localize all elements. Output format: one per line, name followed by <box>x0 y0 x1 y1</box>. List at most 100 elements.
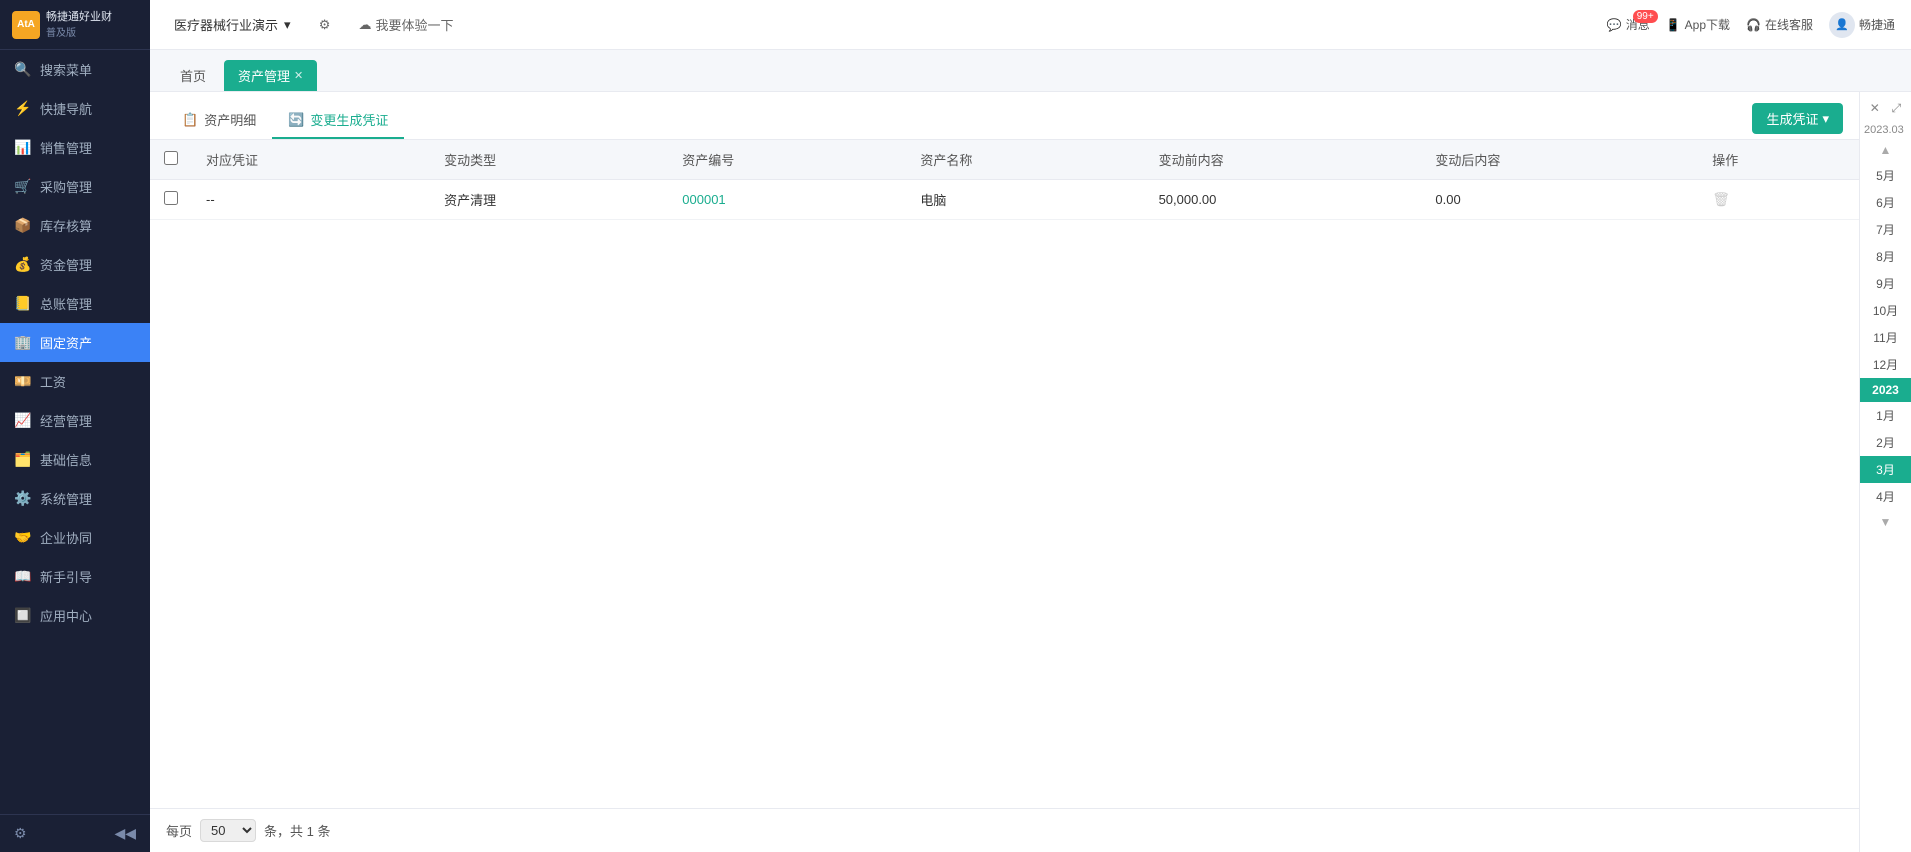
refresh-icon: 🔄 <box>288 112 304 128</box>
ledger-icon: 📒 <box>14 295 32 312</box>
col-asset-name: 资产名称 <box>906 140 1144 180</box>
company-selector[interactable]: 医疗器械行业演示 ▾ <box>166 11 299 38</box>
sidebar-item-sales[interactable]: 📊 销售管理 <box>0 128 150 167</box>
handshake-icon: 🤝 <box>14 529 32 546</box>
sidebar-item-system[interactable]: ⚙️ 系统管理 <box>0 479 150 518</box>
total-label: 条，共 1 条 <box>264 821 330 840</box>
inventory-icon: 📦 <box>14 217 32 234</box>
row-action-cell: 🗑 <box>1698 180 1859 220</box>
salary-icon: 💴 <box>14 373 32 390</box>
messages-badge: 99+ <box>1633 10 1658 23</box>
user-name: 畅捷通 <box>1859 16 1895 33</box>
sidebar-item-app-center[interactable]: 🔲 应用中心 <box>0 596 150 635</box>
book-icon: 📖 <box>14 568 32 585</box>
col-before-change: 变动前内容 <box>1145 140 1422 180</box>
app-download-button[interactable]: 📱 App下载 <box>1666 16 1730 33</box>
panel-expand-button[interactable]: ⤢ <box>1888 98 1906 118</box>
tab-asset-mgmt[interactable]: 资产管理 ✕ <box>224 60 317 91</box>
sidebar-item-purchase[interactable]: 🛒 采购管理 <box>0 167 150 206</box>
purchase-icon: 🛒 <box>14 178 32 195</box>
top-header: 医疗器械行业演示 ▾ ⚙ ☁ 我要体验一下 💬 消息 99+ 📱 App下载 🎧… <box>150 0 1911 50</box>
logo-text: 畅捷通好业财 <box>46 10 112 24</box>
company-name: 医疗器械行业演示 <box>174 15 278 34</box>
calendar-panel: 2023.03 ▲ 5月 6月 7月 8月 9月 10月 11月 12月 202… <box>1860 118 1911 852</box>
table-row: -- 资产清理 000001 电脑 50,000.00 0.00 🗑 <box>150 180 1859 220</box>
per-page-select[interactable]: 50 10 20 100 <box>200 819 256 842</box>
dropdown-arrow-icon: ▾ <box>1822 111 1829 127</box>
col-change-type: 变动类型 <box>430 140 668 180</box>
col-asset-code: 资产编号 <box>668 140 906 180</box>
col-after-change: 变动后内容 <box>1421 140 1698 180</box>
cal-month-4[interactable]: 4月 <box>1860 483 1911 510</box>
cal-month-1[interactable]: 1月 <box>1860 402 1911 429</box>
generate-voucher-button[interactable]: 生成凭证 ▾ <box>1752 103 1843 134</box>
cal-month-12[interactable]: 12月 <box>1860 351 1911 378</box>
settings-gear-icon[interactable]: ⚙ <box>14 825 27 842</box>
main-area: 医疗器械行业演示 ▾ ⚙ ☁ 我要体验一下 💬 消息 99+ 📱 App下载 🎧… <box>150 0 1911 852</box>
user-profile-button[interactable]: 👤 畅捷通 <box>1829 12 1895 38</box>
tab-change-voucher[interactable]: 🔄 变更生成凭证 <box>272 102 404 139</box>
sidebar-item-operations[interactable]: 📈 经营管理 <box>0 401 150 440</box>
sidebar-logo: AtA 畅捷通好业财 普及版 <box>0 0 150 50</box>
pagination: 每页 50 10 20 100 条，共 1 条 <box>150 808 1859 852</box>
calendar-year-badge[interactable]: 2023 <box>1860 378 1911 402</box>
table-icon: 📋 <box>182 112 198 128</box>
tab-close-icon[interactable]: ✕ <box>294 69 303 82</box>
cal-month-3[interactable]: 3月 <box>1860 456 1911 483</box>
calendar-year-header: 2023.03 <box>1860 122 1911 138</box>
cal-month-2[interactable]: 2月 <box>1860 429 1911 456</box>
cal-month-7[interactable]: 7月 <box>1860 216 1911 243</box>
sidebar-item-basic-info[interactable]: 🗂️ 基础信息 <box>0 440 150 479</box>
data-table: 对应凭证 变动类型 资产编号 资产名称 变动前内容 变动后内容 操作 <box>150 140 1859 220</box>
sidebar-item-finance[interactable]: 💰 资金管理 <box>0 245 150 284</box>
sidebar-item-fixed-assets[interactable]: 🏢 固定资产 <box>0 323 150 362</box>
col-voucher: 对应凭证 <box>192 140 430 180</box>
delete-button[interactable]: 🗑 <box>1712 191 1730 207</box>
cal-month-11[interactable]: 11月 <box>1860 324 1911 351</box>
row-checkbox[interactable] <box>164 191 178 205</box>
sidebar-bottom: ⚙ ◀◀ <box>0 814 150 852</box>
logo-sub: 普及版 <box>46 24 112 39</box>
building-icon: 🏢 <box>14 334 32 351</box>
calendar-prev-button[interactable]: ▲ <box>1874 138 1898 162</box>
sidebar-item-ledger[interactable]: 📒 总账管理 <box>0 284 150 323</box>
cal-month-10[interactable]: 10月 <box>1860 297 1911 324</box>
cal-month-6[interactable]: 6月 <box>1860 189 1911 216</box>
row-voucher: -- <box>192 180 430 220</box>
sidebar-item-search[interactable]: 🔍 搜索菜单 <box>0 50 150 89</box>
sidebar-item-salary[interactable]: 💴 工资 <box>0 362 150 401</box>
table-container: 对应凭证 变动类型 资产编号 资产名称 变动前内容 变动后内容 操作 <box>150 140 1859 808</box>
grid-icon: 🔲 <box>14 607 32 624</box>
panel-header: ✕ ⤢ <box>1860 92 1911 118</box>
sidebar-item-guide[interactable]: 📖 新手引导 <box>0 557 150 596</box>
customer-service-button[interactable]: 🎧 在线客服 <box>1746 16 1813 33</box>
gear-icon: ⚙️ <box>14 490 32 507</box>
tab-asset-detail[interactable]: 📋 资产明细 <box>166 102 272 139</box>
right-panel: ✕ ⤢ 2023.03 ▲ 5月 6月 7月 8月 9月 10月 11月 12月… <box>1859 92 1911 852</box>
phone-icon: 📱 <box>1666 18 1681 32</box>
sidebar-item-enterprise[interactable]: 🤝 企业协同 <box>0 518 150 557</box>
calendar-next-button[interactable]: ▼ <box>1874 510 1898 534</box>
folder-icon: 🗂️ <box>14 451 32 468</box>
tab-home[interactable]: 首页 <box>166 60 220 91</box>
sidebar-item-inventory[interactable]: 📦 库存核算 <box>0 206 150 245</box>
collapse-sidebar-icon[interactable]: ◀◀ <box>114 825 136 842</box>
row-change-type: 资产清理 <box>430 180 668 220</box>
sidebar-item-quick-nav[interactable]: ⚡ 快捷导航 <box>0 89 150 128</box>
sales-icon: 📊 <box>14 139 32 156</box>
cal-month-5[interactable]: 5月 <box>1860 162 1911 189</box>
panel-close-button[interactable]: ✕ <box>1866 98 1884 118</box>
row-checkbox-cell <box>150 180 192 220</box>
select-all-checkbox[interactable] <box>164 151 178 165</box>
messages-button[interactable]: 💬 消息 99+ <box>1607 16 1650 33</box>
content-main: 📋 资产明细 🔄 变更生成凭证 生成凭证 ▾ <box>150 92 1859 852</box>
row-after-change: 0.00 <box>1421 180 1698 220</box>
operations-icon: 📈 <box>14 412 32 429</box>
cal-month-9[interactable]: 9月 <box>1860 270 1911 297</box>
headset-icon: 🎧 <box>1746 18 1761 32</box>
per-page-label: 每页 <box>166 821 192 840</box>
content-area: 📋 资产明细 🔄 变更生成凭证 生成凭证 ▾ <box>150 92 1911 852</box>
settings-button[interactable]: ⚙ <box>311 11 339 39</box>
experience-button[interactable]: ☁ 我要体验一下 <box>351 11 462 38</box>
cal-month-8[interactable]: 8月 <box>1860 243 1911 270</box>
